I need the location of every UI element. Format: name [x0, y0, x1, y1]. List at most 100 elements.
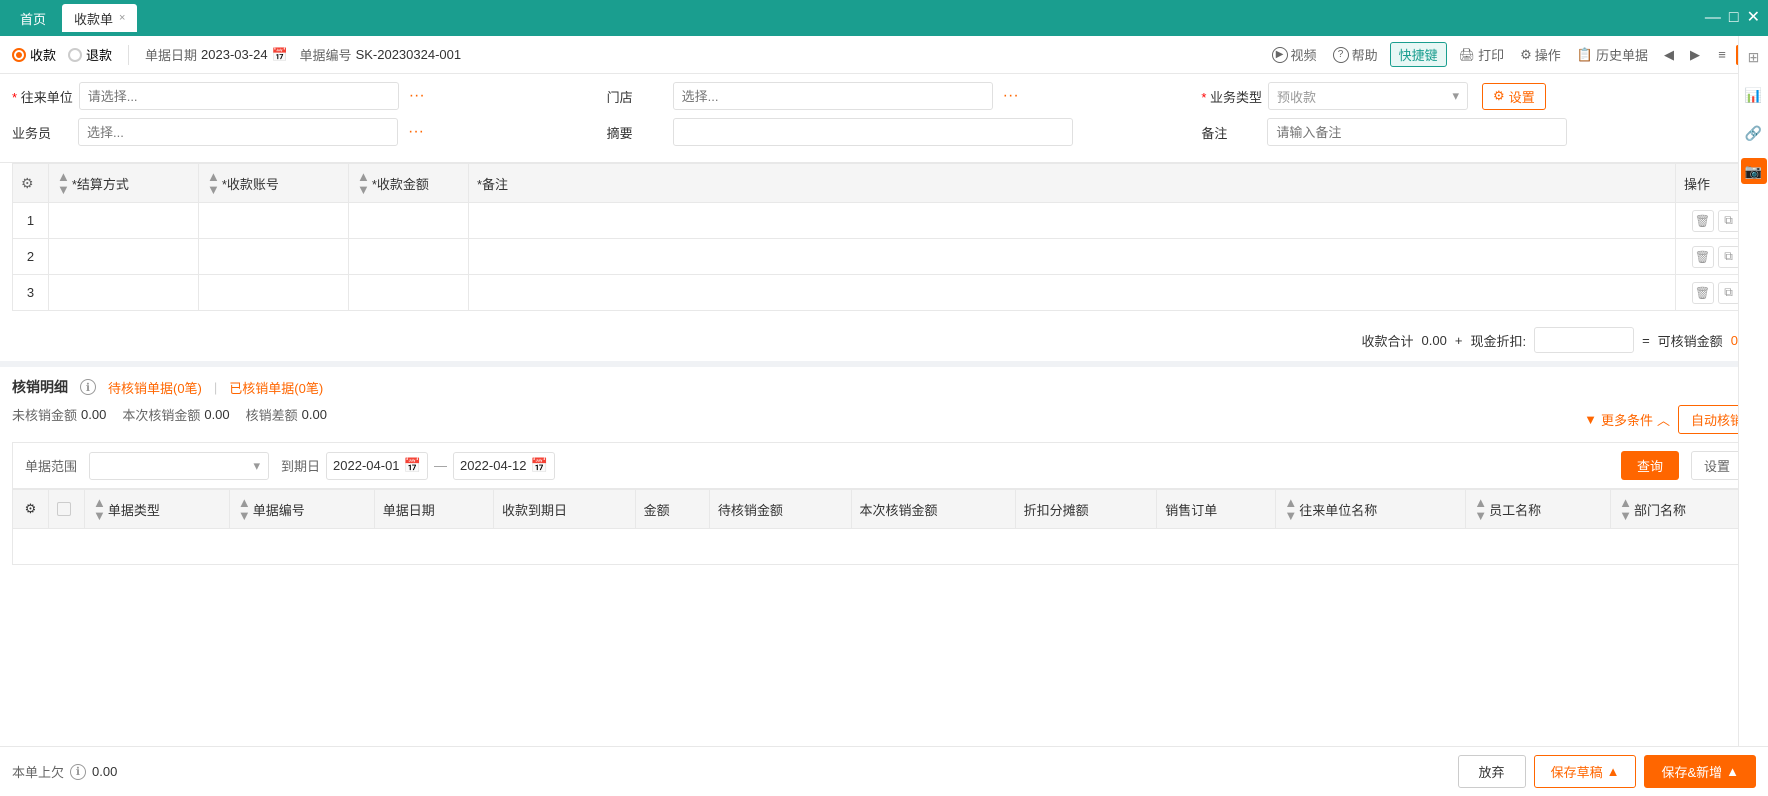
footer-info: 本单上欠 ℹ 0.00 [12, 762, 117, 781]
diff-stat: 核销差额 0.00 [246, 405, 327, 424]
tab-home-label: 首页 [20, 9, 46, 28]
table-section: ⚙ ▲▼ *结算方式 ▲▼ *收款账号 [0, 163, 1768, 319]
sort-employee[interactable]: ▲▼ [1474, 496, 1487, 522]
radio-receive[interactable]: 收款 [12, 45, 56, 64]
total-label: 收款合计 [1362, 331, 1414, 350]
date-to-wrap[interactable]: 2022-04-12 📅 [453, 452, 555, 480]
save-new-button[interactable]: 保存&新增 ▲ [1644, 755, 1756, 788]
remark-input[interactable] [1267, 118, 1567, 146]
row-1-remark[interactable] [469, 203, 1676, 239]
radio-receive-circle [12, 48, 26, 62]
date-calendar-icon[interactable]: 📅 [272, 47, 288, 63]
date-to-calendar-icon[interactable]: 📅 [530, 457, 547, 474]
settings-button[interactable]: ⚙ 设置 [1482, 83, 1546, 110]
sort-arrows-amount[interactable]: ▲▼ [357, 170, 370, 196]
counterparty-label: * 往来单位 [12, 87, 73, 106]
row-2-copy-icon[interactable]: ⧉ [1718, 246, 1740, 268]
shortcut-button[interactable]: 快捷键 [1390, 42, 1447, 67]
sidebar-table-icon[interactable]: ⊞ [1741, 44, 1767, 70]
bottom-col-checkbox[interactable] [49, 490, 85, 529]
sort-dept[interactable]: ▲▼ [1619, 496, 1632, 522]
maximize-button[interactable]: □ [1729, 10, 1739, 26]
discount-input[interactable] [1534, 327, 1634, 353]
list-view-icon[interactable]: ≡ [1712, 45, 1732, 65]
completed-tab[interactable]: 已核销单据(0笔) [229, 378, 323, 397]
col-settings-header[interactable]: ⚙ [13, 164, 49, 203]
video-button[interactable]: ▶ 视频 [1268, 43, 1321, 66]
sort-counterparty[interactable]: ▲▼ [1284, 496, 1297, 522]
close-button[interactable]: ✕ [1747, 10, 1760, 26]
operation-button[interactable]: ⚙ 操作 [1516, 43, 1565, 66]
print-label: 打印 [1478, 45, 1504, 64]
print-icon: 🖨 [1459, 47, 1476, 63]
row-2-amount[interactable] [349, 239, 469, 275]
sort-arrows-settle[interactable]: ▲▼ [57, 170, 70, 196]
store-input[interactable] [673, 82, 993, 110]
row-2-settle[interactable] [49, 239, 199, 275]
row-1-amount[interactable] [349, 203, 469, 239]
history-button[interactable]: 📋 历史单据 [1573, 43, 1652, 66]
print-button[interactable]: 🖨 打印 [1455, 43, 1509, 66]
row-2-delete-icon[interactable]: 🗑 [1692, 246, 1714, 268]
counterparty-input[interactable] [79, 82, 399, 110]
sort-arrows-account[interactable]: ▲▼ [207, 170, 220, 196]
receipt-table: ⚙ ▲▼ *结算方式 ▲▼ *收款账号 [12, 163, 1756, 311]
row-2-remark[interactable] [469, 239, 1676, 275]
verify-stats: 未核销金额 0.00 本次核销金额 0.00 核销差额 0.00 [12, 405, 327, 424]
verify-settings-button[interactable]: 设置 [1691, 451, 1743, 480]
table-settings-icon[interactable]: ⚙ [21, 175, 34, 191]
counterparty-more-icon[interactable]: ··· [409, 87, 425, 105]
row-1-delete-icon[interactable]: 🗑 [1692, 210, 1714, 232]
pending-tab[interactable]: 待核销单据(0笔) [108, 378, 202, 397]
footer-info-icon[interactable]: ℹ [70, 764, 86, 780]
row-3-delete-icon[interactable]: 🗑 [1692, 282, 1714, 304]
sidebar-chart-icon[interactable]: 📊 [1741, 82, 1767, 108]
save-draft-button[interactable]: 保存草稿 ▲ [1534, 755, 1637, 788]
row-1-account[interactable] [199, 203, 349, 239]
salesperson-input[interactable] [78, 118, 398, 146]
more-conditions-button[interactable]: ▼ 更多条件 ︿ [1584, 410, 1670, 429]
nav-prev-button[interactable]: ◀ [1660, 45, 1678, 65]
row-1-copy-icon[interactable]: ⧉ [1718, 210, 1740, 232]
bottom-col-counterparty: ▲▼ 往来单位名称 [1276, 490, 1466, 529]
footer-bar: 本单上欠 ℹ 0.00 放弃 保存草稿 ▲ 保存&新增 ▲ [0, 746, 1768, 796]
summary-input[interactable] [673, 118, 1073, 146]
total-value: 0.00 [1422, 333, 1447, 348]
row-3-account[interactable] [199, 275, 349, 311]
sidebar-camera-icon[interactable]: 📷 [1741, 158, 1767, 184]
tab-receipt[interactable]: 收款单 × [62, 4, 137, 32]
row-2-account[interactable] [199, 239, 349, 275]
tab-close-icon[interactable]: × [119, 12, 125, 24]
sidebar-link-icon[interactable]: 🔗 [1741, 120, 1767, 146]
tab-home[interactable]: 首页 [8, 4, 58, 32]
bottom-table-section: ⚙ ▲▼ 单据类型 ▲▼ 单据编号 [0, 489, 1768, 565]
minimize-button[interactable]: — [1705, 10, 1721, 26]
query-button[interactable]: 查询 [1621, 451, 1679, 480]
row-3-remark[interactable] [469, 275, 1676, 311]
query-label: 查询 [1637, 459, 1663, 474]
row-3-settle[interactable] [49, 275, 199, 311]
date-from-calendar-icon[interactable]: 📅 [404, 457, 421, 474]
sort-doc-type[interactable]: ▲▼ [93, 496, 106, 522]
abandon-button[interactable]: 放弃 [1458, 755, 1526, 788]
bottom-table-header: ⚙ ▲▼ 单据类型 ▲▼ 单据编号 [13, 490, 1756, 529]
row-3-amount[interactable] [349, 275, 469, 311]
verify-section: 核销明细 ℹ 待核销单据(0笔) | 已核销单据(0笔) 未核销金额 0.00 … [0, 367, 1768, 489]
radio-refund[interactable]: 退款 [68, 45, 112, 64]
filter-row: 单据范围 ▾ 到期日 2022-04-01 📅 — 2022-04-12 📅 查… [12, 442, 1756, 489]
salesperson-more-icon[interactable]: ··· [408, 123, 424, 141]
header-checkbox[interactable] [57, 502, 71, 516]
business-type-select[interactable]: 预收款 ▾ [1268, 82, 1468, 110]
range-select[interactable]: ▾ [89, 452, 269, 480]
help-button[interactable]: ? 帮助 [1329, 43, 1382, 66]
bottom-col-settings[interactable]: ⚙ [13, 490, 49, 529]
store-more-icon[interactable]: ··· [1003, 87, 1019, 105]
date-from-wrap[interactable]: 2022-04-01 📅 [326, 452, 428, 480]
row-1-settle[interactable] [49, 203, 199, 239]
nav-next-button[interactable]: ▶ [1686, 45, 1704, 65]
row-3-copy-icon[interactable]: ⧉ [1718, 282, 1740, 304]
sort-doc-num[interactable]: ▲▼ [238, 496, 251, 522]
table-row: 2 🗑 ⧉ [13, 239, 1756, 275]
top-toolbar: 收款 退款 单据日期 2023-03-24 📅 单据编号 SK-20230324… [0, 36, 1768, 74]
verify-info-icon[interactable]: ℹ [80, 379, 96, 395]
